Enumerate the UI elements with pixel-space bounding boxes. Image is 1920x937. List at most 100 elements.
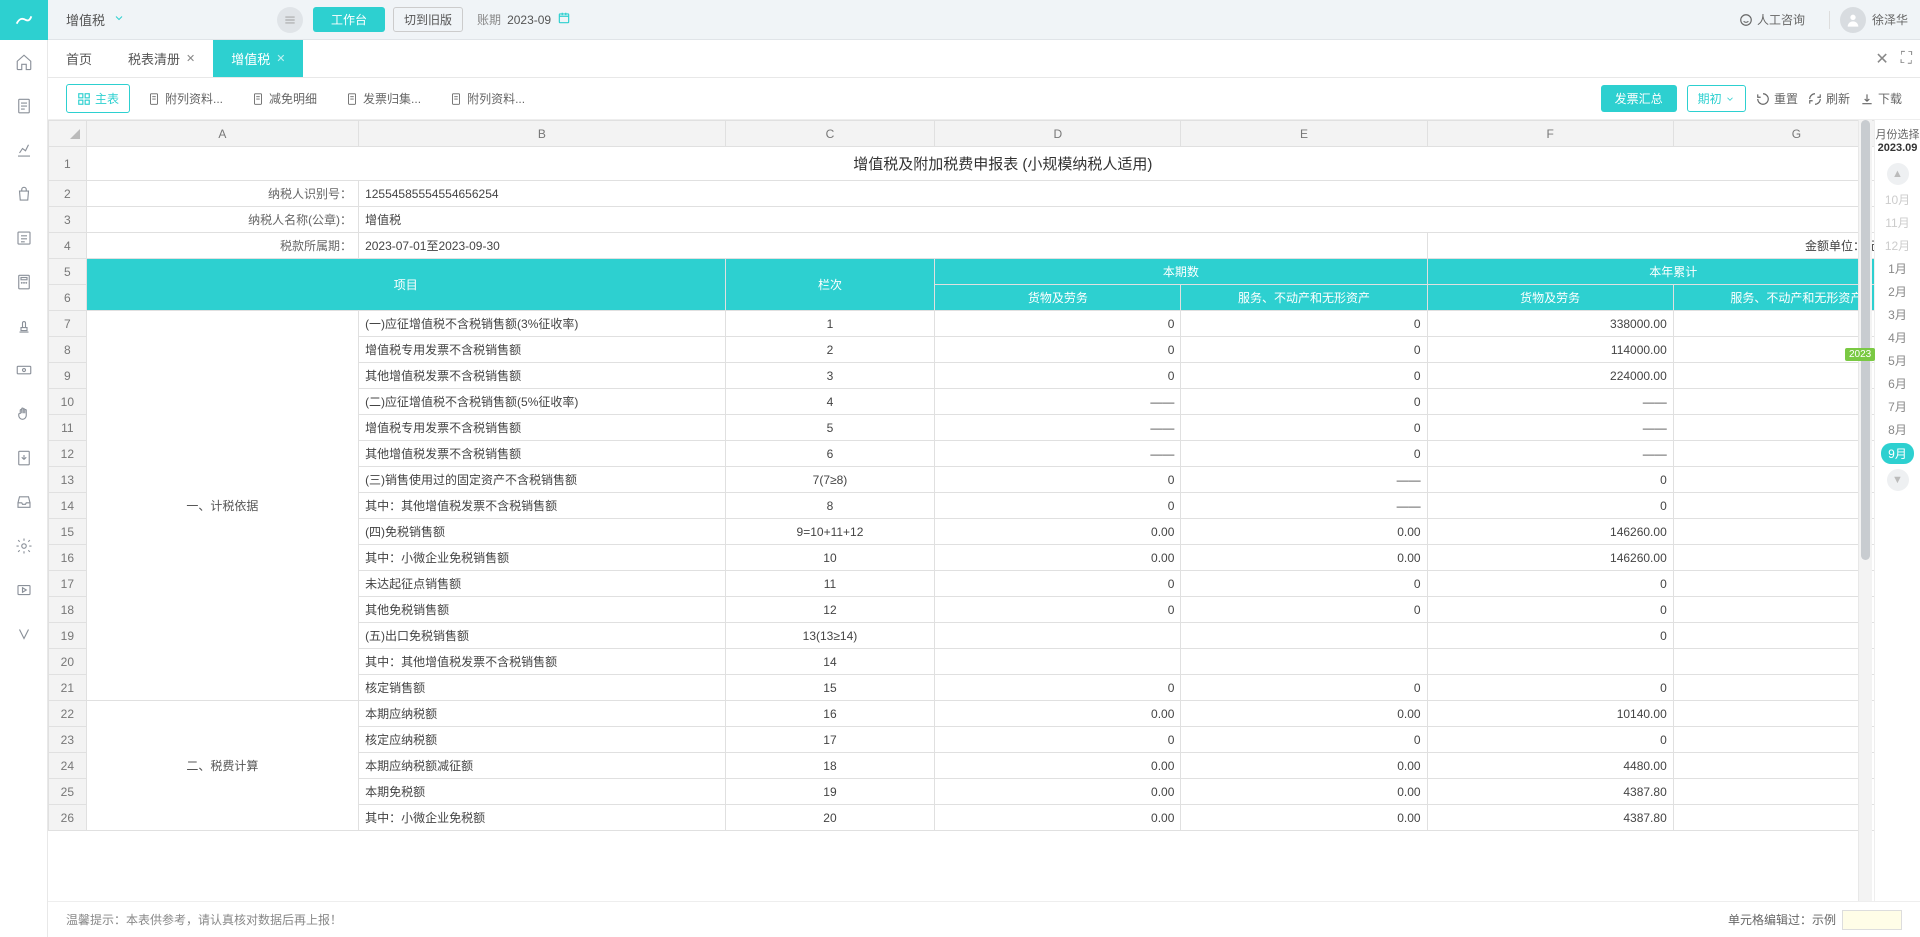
cell-colno[interactable]: 17 bbox=[725, 727, 935, 753]
cell-f[interactable]: —— bbox=[1427, 441, 1673, 467]
cell-e[interactable]: —— bbox=[1181, 493, 1427, 519]
cell-colno[interactable]: 18 bbox=[725, 753, 935, 779]
month-5[interactable]: 3月 bbox=[1875, 303, 1920, 326]
row-header[interactable]: 17 bbox=[49, 571, 87, 597]
cell-e[interactable]: —— bbox=[1181, 467, 1427, 493]
cell-item[interactable]: 核定销售额 bbox=[359, 675, 726, 701]
cell-e[interactable]: 0.00 bbox=[1181, 779, 1427, 805]
month-7[interactable]: 5月 bbox=[1875, 349, 1920, 372]
cell-item[interactable]: (五)出口免税销售额 bbox=[359, 623, 726, 649]
nav-doc-icon[interactable] bbox=[0, 84, 48, 128]
cell-f[interactable]: 224000.00 bbox=[1427, 363, 1673, 389]
nav-export-icon[interactable] bbox=[0, 436, 48, 480]
cell-item[interactable]: (三)销售使用过的固定资产不含税销售额 bbox=[359, 467, 726, 493]
cell-item[interactable]: 本期应纳税额 bbox=[359, 701, 726, 727]
row-header[interactable]: 26 bbox=[49, 805, 87, 831]
cell-d[interactable]: 0 bbox=[935, 675, 1181, 701]
nav-video-icon[interactable] bbox=[0, 568, 48, 612]
cell-colno[interactable]: 16 bbox=[725, 701, 935, 727]
cell-d[interactable]: —— bbox=[935, 389, 1181, 415]
cell-item[interactable]: (一)应征增值税不含税销售额(3%征收率) bbox=[359, 311, 726, 337]
reset-button[interactable]: 重置 bbox=[1756, 90, 1798, 107]
cell-f[interactable]: 4480.00 bbox=[1427, 753, 1673, 779]
col-header-E[interactable]: E bbox=[1181, 121, 1427, 147]
cell-colno[interactable]: 19 bbox=[725, 779, 935, 805]
cell-e[interactable]: 0.00 bbox=[1181, 545, 1427, 571]
cell-f[interactable]: 0 bbox=[1427, 727, 1673, 753]
nav-hand-icon[interactable] bbox=[0, 392, 48, 436]
subtab-0[interactable]: 主表 bbox=[66, 84, 130, 113]
cell-d[interactable]: —— bbox=[935, 415, 1181, 441]
cell-item[interactable]: 增值税专用发票不含税销售额 bbox=[359, 415, 726, 441]
row-header[interactable]: 24 bbox=[49, 753, 87, 779]
month-8[interactable]: 6月 bbox=[1875, 372, 1920, 395]
cell-item[interactable]: 本期应纳税额减征额 bbox=[359, 753, 726, 779]
cell-d[interactable]: 0.00 bbox=[935, 701, 1181, 727]
cell-e[interactable]: 0.00 bbox=[1181, 519, 1427, 545]
subtab-2[interactable]: 减免明细 bbox=[240, 84, 328, 113]
row-header[interactable]: 7 bbox=[49, 311, 87, 337]
cell-item[interactable]: 其他免税销售额 bbox=[359, 597, 726, 623]
row-header[interactable]: 20 bbox=[49, 649, 87, 675]
cell-f[interactable]: 114000.00 bbox=[1427, 337, 1673, 363]
row-header[interactable]: 1 bbox=[49, 147, 87, 181]
cell-f[interactable]: 0 bbox=[1427, 597, 1673, 623]
grid-corner[interactable] bbox=[49, 121, 87, 147]
cell-colno[interactable]: 3 bbox=[725, 363, 935, 389]
cell-colno[interactable]: 5 bbox=[725, 415, 935, 441]
invoice-summary-button[interactable]: 发票汇总 bbox=[1601, 85, 1677, 112]
cell-d[interactable]: 0 bbox=[935, 311, 1181, 337]
cell-colno[interactable]: 14 bbox=[725, 649, 935, 675]
tab-close-icon[interactable]: ✕ bbox=[186, 52, 195, 65]
row-header[interactable]: 6 bbox=[49, 285, 87, 311]
cell-colno[interactable]: 8 bbox=[725, 493, 935, 519]
cell-e[interactable]: 0 bbox=[1181, 337, 1427, 363]
calendar-icon[interactable] bbox=[557, 11, 571, 28]
cell-item[interactable]: (二)应征增值税不含税销售额(5%征收率) bbox=[359, 389, 726, 415]
row-header[interactable]: 25 bbox=[49, 779, 87, 805]
cell-d[interactable]: 0.00 bbox=[935, 519, 1181, 545]
cell-f[interactable]: 4387.80 bbox=[1427, 779, 1673, 805]
cell-colno[interactable]: 6 bbox=[725, 441, 935, 467]
switch-version-button[interactable]: 切到旧版 bbox=[393, 7, 463, 32]
nav-stamp-icon[interactable] bbox=[0, 304, 48, 348]
cell-e[interactable]: 0 bbox=[1181, 415, 1427, 441]
cell-e[interactable]: 0.00 bbox=[1181, 701, 1427, 727]
row-header[interactable]: 12 bbox=[49, 441, 87, 467]
cell-d[interactable]: 0 bbox=[935, 337, 1181, 363]
cell-e[interactable]: 0.00 bbox=[1181, 805, 1427, 831]
refresh-button[interactable]: 刷新 bbox=[1808, 90, 1850, 107]
tab-close-all-icon[interactable]: ✕ bbox=[1875, 49, 1888, 69]
cell-d[interactable]: 0.00 bbox=[935, 779, 1181, 805]
row-header[interactable]: 23 bbox=[49, 727, 87, 753]
row-header[interactable]: 13 bbox=[49, 467, 87, 493]
tab-0[interactable]: 首页 bbox=[48, 40, 110, 77]
nav-v-icon[interactable] bbox=[0, 612, 48, 656]
cell-f[interactable]: 4387.80 bbox=[1427, 805, 1673, 831]
month-down-icon[interactable]: ▼ bbox=[1887, 469, 1909, 491]
cell-f[interactable]: 146260.00 bbox=[1427, 519, 1673, 545]
cell-d[interactable]: 0.00 bbox=[935, 753, 1181, 779]
initial-button[interactable]: 期初 bbox=[1687, 85, 1746, 112]
cell-f[interactable]: 0 bbox=[1427, 493, 1673, 519]
col-header-B[interactable]: B bbox=[359, 121, 726, 147]
cell-colno[interactable]: 12 bbox=[725, 597, 935, 623]
row-header[interactable]: 14 bbox=[49, 493, 87, 519]
row-header[interactable]: 9 bbox=[49, 363, 87, 389]
cell-colno[interactable]: 10 bbox=[725, 545, 935, 571]
scrollbar-thumb[interactable] bbox=[1861, 120, 1870, 560]
cell-item[interactable]: 未达起征点销售额 bbox=[359, 571, 726, 597]
tab-2[interactable]: 增值税✕ bbox=[213, 40, 303, 77]
spreadsheet[interactable]: ABCDEFG1增值税及附加税费申报表 (小规模纳税人适用)2纳税人识别号：12… bbox=[48, 120, 1920, 901]
cell-e[interactable] bbox=[1181, 623, 1427, 649]
row-header[interactable]: 21 bbox=[49, 675, 87, 701]
subtab-1[interactable]: 附列资料... bbox=[136, 84, 234, 113]
cell-e[interactable]: 0 bbox=[1181, 727, 1427, 753]
row-header[interactable]: 5 bbox=[49, 259, 87, 285]
round-menu-icon[interactable] bbox=[277, 7, 303, 33]
download-button[interactable]: 下载 bbox=[1860, 90, 1902, 107]
cell-d[interactable]: 0 bbox=[935, 597, 1181, 623]
cell-colno[interactable]: 1 bbox=[725, 311, 935, 337]
cell-item[interactable]: 其中：其他增值税发票不含税销售额 bbox=[359, 493, 726, 519]
cell-e[interactable]: 0 bbox=[1181, 311, 1427, 337]
